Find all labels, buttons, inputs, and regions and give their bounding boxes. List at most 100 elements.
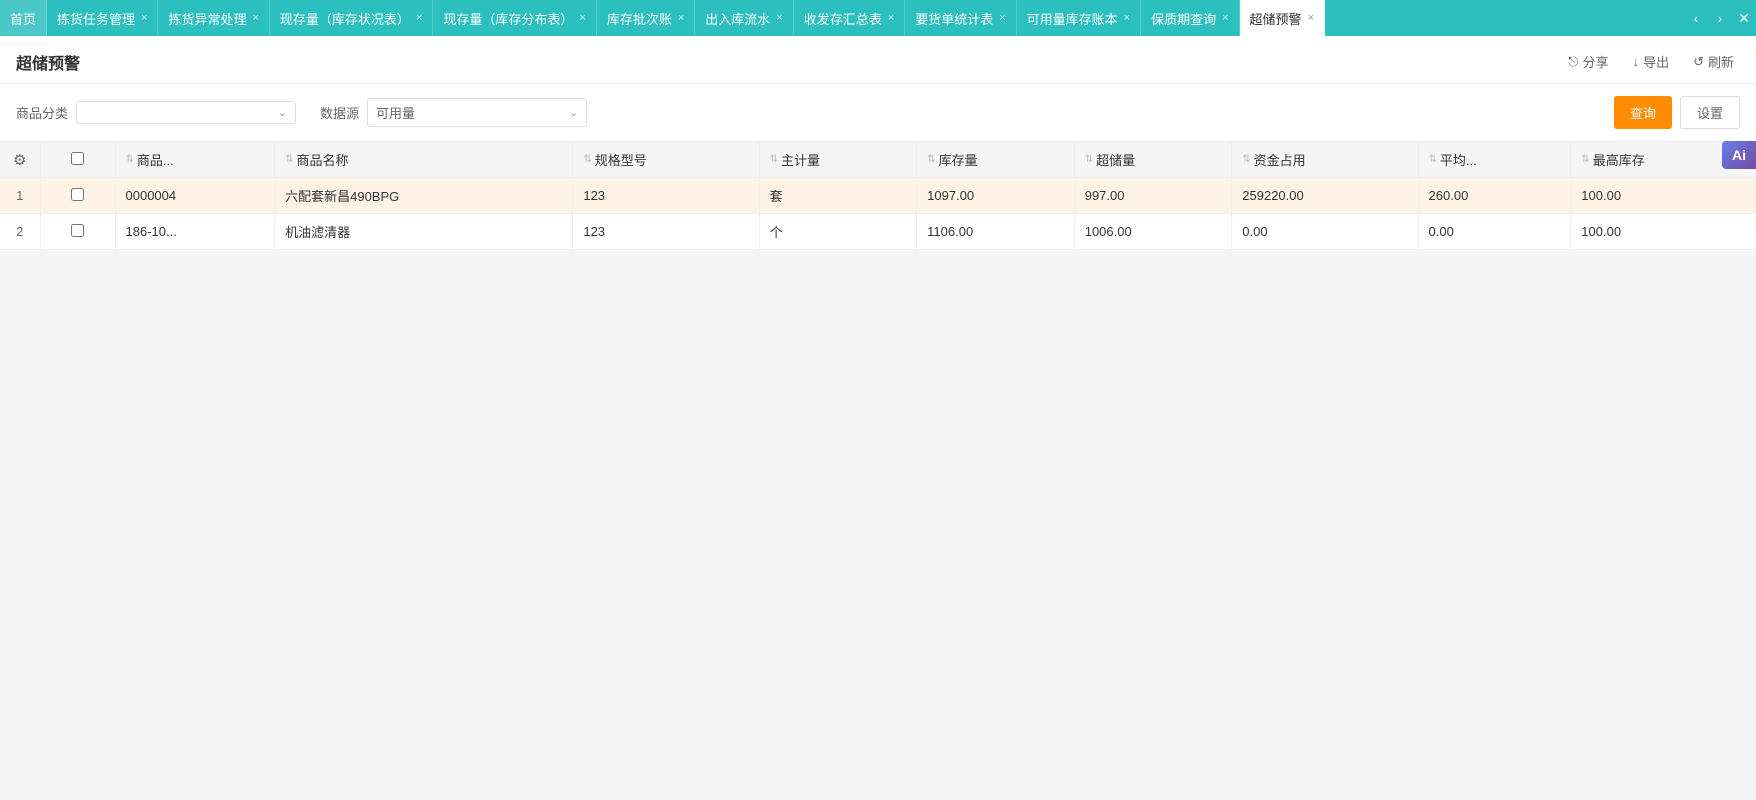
nav-close-7[interactable]: × — [888, 12, 894, 24]
row-product-code: 0000004 — [115, 178, 275, 214]
th-spec[interactable]: ⇅ 规格型号 — [573, 142, 759, 178]
nav-item-9[interactable]: 可用量库存账本× — [1017, 0, 1141, 36]
data-table: ⚙ ⇅ 商品... ⇅ 商品名称 — [0, 141, 1756, 250]
row-product-code: 186-10... — [115, 214, 275, 250]
row-checkbox-cell — [40, 214, 115, 250]
th-avg[interactable]: ⇅ 平均... — [1418, 142, 1571, 178]
nav-close-4[interactable]: × — [579, 12, 585, 24]
nav-close-11[interactable]: × — [1308, 12, 1314, 24]
nav-close-5[interactable]: × — [678, 12, 684, 24]
row-num: 1 — [0, 178, 40, 214]
table-row: 2 186-10... 机油滤清器 123 个 1106.00 1006.00 … — [0, 214, 1756, 250]
category-select[interactable]: ⌄ — [76, 101, 296, 124]
nav-close-3[interactable]: × — [416, 12, 422, 24]
th-unit[interactable]: ⇅ 主计量 — [759, 142, 917, 178]
nav-item-7[interactable]: 收发存汇总表× — [794, 0, 905, 36]
nav-close-1[interactable]: × — [141, 12, 147, 24]
select-all-checkbox[interactable] — [71, 152, 84, 165]
share-icon: ⎋ — [1568, 54, 1578, 70]
refresh-icon: ↺ — [1693, 54, 1704, 70]
th-product-name[interactable]: ⇅ 商品名称 — [275, 142, 573, 178]
sort-icon-product-code: ⇅ — [126, 154, 134, 165]
query-button[interactable]: 查询 — [1614, 96, 1672, 129]
datasource-chevron-icon: ⌄ — [569, 106, 578, 119]
nav-close-2[interactable]: × — [252, 12, 258, 24]
nav-item-6[interactable]: 出入库流水× — [695, 0, 793, 36]
share-button[interactable]: ⎋ 分享 — [1562, 48, 1614, 75]
nav-item-11[interactable]: 超储预警× — [1240, 0, 1325, 36]
nav-item-1[interactable]: 拣货任务管理× — [47, 0, 158, 36]
th-checkbox — [40, 142, 115, 178]
row-product-name: 机油滤清器 — [275, 214, 573, 250]
settings-button[interactable]: 设置 — [1680, 96, 1740, 129]
th-product-code[interactable]: ⇅ 商品... — [115, 142, 275, 178]
nav-item-3[interactable]: 现存量（库存状况表）× — [270, 0, 433, 36]
th-overstock[interactable]: ⇅ 超储量 — [1074, 142, 1232, 178]
page-title: 超储预警 — [16, 50, 80, 74]
row-checkbox-cell — [40, 178, 115, 214]
page-header: 超储预警 ⎋ 分享 ↓ 导出 ↺ 刷新 — [0, 36, 1756, 84]
filter-actions: 查询 设置 — [1614, 96, 1740, 129]
sort-icon-max-stock: ⇅ — [1581, 154, 1589, 165]
datasource-value: 可用量 — [376, 103, 415, 122]
top-navigation: 首页拣货任务管理×拣货异常处理×现存量（库存状况表）×现存量（库存分布表）×库存… — [0, 0, 1756, 36]
nav-close-10[interactable]: × — [1222, 12, 1228, 24]
table-header-row: ⚙ ⇅ 商品... ⇅ 商品名称 — [0, 142, 1756, 178]
row-overstock: 1006.00 — [1074, 214, 1232, 250]
refresh-button[interactable]: ↺ 刷新 — [1687, 48, 1740, 75]
th-stock[interactable]: ⇅ 库存量 — [917, 142, 1075, 178]
row-spec: 123 — [573, 214, 759, 250]
row-avg: 0.00 — [1418, 214, 1571, 250]
datasource-filter-group: 数据源 可用量 ⌄ — [320, 98, 587, 127]
th-capital[interactable]: ⇅ 资金占用 — [1232, 142, 1418, 178]
row-max-stock: 100.00 — [1571, 214, 1756, 250]
row-stock: 1106.00 — [917, 214, 1075, 250]
category-filter-group: 商品分类 ⌄ — [16, 101, 296, 124]
row-unit: 套 — [759, 178, 917, 214]
nav-close-arrow[interactable]: ✕ — [1732, 0, 1756, 36]
export-icon: ↓ — [1633, 54, 1640, 69]
nav-item-2[interactable]: 拣货异常处理× — [158, 0, 269, 36]
ai-badge[interactable]: Ai — [1722, 141, 1756, 169]
row-unit: 个 — [759, 214, 917, 250]
nav-item-4[interactable]: 现存量（库存分布表）× — [433, 0, 596, 36]
row-avg: 260.00 — [1418, 178, 1571, 214]
nav-prev-arrow[interactable]: ‹ — [1684, 0, 1708, 36]
category-chevron-icon: ⌄ — [278, 106, 287, 119]
row-capital: 259220.00 — [1232, 178, 1418, 214]
datasource-label: 数据源 — [320, 103, 359, 122]
row-max-stock: 100.00 — [1571, 178, 1756, 214]
th-settings: ⚙ — [0, 142, 40, 178]
sort-icon-product-name: ⇅ — [285, 154, 293, 165]
page-actions: ⎋ 分享 ↓ 导出 ↺ 刷新 — [1562, 48, 1740, 75]
nav-next-arrow[interactable]: › — [1708, 0, 1732, 36]
row-checkbox[interactable] — [71, 224, 84, 237]
sort-icon-overstock: ⇅ — [1085, 154, 1093, 165]
sort-icon-capital: ⇅ — [1242, 154, 1250, 165]
page-container: 超储预警 ⎋ 分享 ↓ 导出 ↺ 刷新 商品分类 ⌄ 数据源 — [0, 36, 1756, 250]
nav-item-0[interactable]: 首页 — [0, 0, 47, 36]
nav-close-8[interactable]: × — [999, 12, 1005, 24]
table-row: 1 0000004 六配套新昌490BPG 123 套 1097.00 997.… — [0, 178, 1756, 214]
row-stock: 1097.00 — [917, 178, 1075, 214]
row-product-name: 六配套新昌490BPG — [275, 178, 573, 214]
nav-arrows: ‹ › ✕ — [1684, 0, 1756, 36]
sort-icon-unit: ⇅ — [770, 154, 778, 165]
sort-icon-avg: ⇅ — [1429, 154, 1437, 165]
sort-icon-spec: ⇅ — [583, 154, 591, 165]
row-overstock: 997.00 — [1074, 178, 1232, 214]
export-button[interactable]: ↓ 导出 — [1627, 48, 1676, 75]
row-spec: 123 — [573, 178, 759, 214]
nav-close-9[interactable]: × — [1124, 12, 1130, 24]
nav-close-6[interactable]: × — [776, 12, 782, 24]
gear-icon[interactable]: ⚙ — [13, 152, 26, 169]
category-label: 商品分类 — [16, 103, 68, 122]
row-capital: 0.00 — [1232, 214, 1418, 250]
nav-item-5[interactable]: 库存批次账× — [597, 0, 695, 36]
datasource-select[interactable]: 可用量 ⌄ — [367, 98, 587, 127]
row-checkbox[interactable] — [71, 188, 84, 201]
nav-item-10[interactable]: 保质期查询× — [1141, 0, 1239, 36]
nav-item-8[interactable]: 要货单统计表× — [905, 0, 1016, 36]
filter-bar: 商品分类 ⌄ 数据源 可用量 ⌄ 查询 设置 — [0, 84, 1756, 141]
table-wrapper: ⚙ ⇅ 商品... ⇅ 商品名称 — [0, 141, 1756, 250]
